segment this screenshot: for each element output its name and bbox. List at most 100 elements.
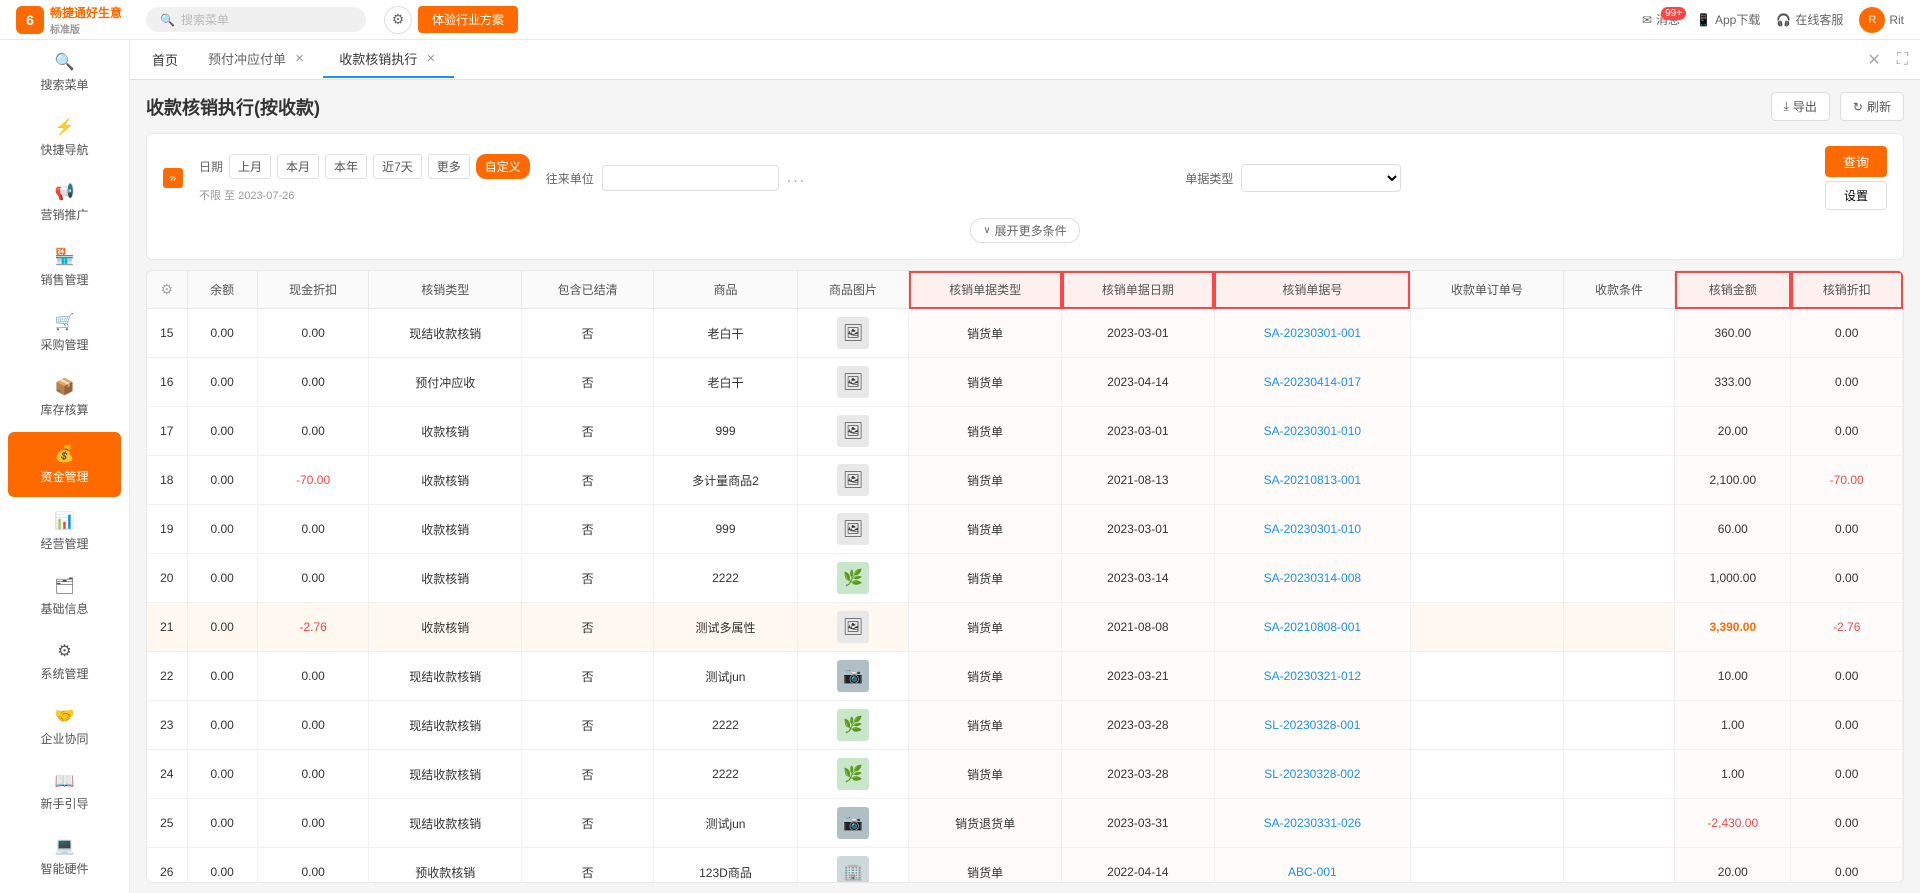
box-icon: 📦 bbox=[55, 377, 75, 397]
bill-no-link[interactable]: SA-20230414-017 bbox=[1264, 375, 1361, 389]
cell-id: 23 bbox=[147, 701, 187, 750]
customer-dots-icon[interactable]: ... bbox=[787, 169, 806, 187]
bill-no-link[interactable]: SA-20210813-001 bbox=[1264, 473, 1361, 487]
sidebar-item-guide[interactable]: 📖 新手引导 bbox=[0, 759, 129, 824]
refresh-button[interactable]: ↻ 刷新 bbox=[1840, 92, 1904, 121]
th-cancel-discount: 核销折扣 bbox=[1791, 271, 1903, 309]
sidebar-item-marketing[interactable]: 📢 营销推广 bbox=[0, 170, 129, 235]
sidebar-item-business[interactable]: 📊 经营管理 bbox=[0, 499, 129, 564]
cell-bill-no: SA-20230301-010 bbox=[1214, 407, 1410, 456]
cell-include-settled: 否 bbox=[522, 505, 654, 554]
bill-no-link[interactable]: ABC-001 bbox=[1288, 865, 1337, 879]
date-btn-this-year[interactable]: 本年 bbox=[325, 154, 367, 179]
cell-cancel-type: 收款核销 bbox=[369, 456, 522, 505]
industry-solution-button[interactable]: 体验行业方案 bbox=[418, 6, 518, 33]
cell-balance: 0.00 bbox=[187, 554, 257, 603]
sidebar-item-inventory[interactable]: 📦 库存核算 bbox=[0, 365, 129, 430]
sidebar-item-finance[interactable]: 💰 资金管理 bbox=[8, 432, 121, 497]
date-range: 不限 至 2023-07-26 bbox=[199, 187, 530, 203]
cell-id: 16 bbox=[147, 358, 187, 407]
cell-receipt-order bbox=[1410, 554, 1563, 603]
cell-cancel-type: 收款核销 bbox=[369, 407, 522, 456]
bill-no-link[interactable]: SA-20230301-001 bbox=[1264, 326, 1361, 340]
user-avatar[interactable]: R Rit bbox=[1859, 7, 1904, 33]
bill-no-link[interactable]: SA-20230301-010 bbox=[1264, 424, 1361, 438]
cell-cancel-amount: 2,100.00 bbox=[1675, 456, 1791, 505]
date-btn-custom[interactable]: 自定义 bbox=[476, 154, 530, 179]
cell-receipt-condition bbox=[1563, 701, 1675, 750]
sidebar-item-wechat[interactable]: 💬 企业微信 bbox=[0, 889, 129, 893]
cell-bill-type: 销货单 bbox=[909, 750, 1062, 799]
message-button[interactable]: ✉ 消息 99+ bbox=[1642, 11, 1680, 28]
sidebar-item-basic[interactable]: 🗂 基础信息 bbox=[0, 564, 129, 629]
cell-product-img: 🖼 bbox=[797, 603, 909, 652]
app-logo: 6 畅捷通好生意 标准版 bbox=[16, 4, 136, 36]
tab-prepay[interactable]: 预付冲应付单 ✕ bbox=[192, 41, 323, 78]
sidebar-item-quick-nav[interactable]: ⚡ 快捷导航 bbox=[0, 105, 129, 170]
expand-conditions-button[interactable]: ∨ 展开更多条件 bbox=[970, 218, 1079, 243]
sidebar-item-system[interactable]: ⚙ 系统管理 bbox=[0, 629, 129, 694]
app-download-link[interactable]: 📱 App下载 bbox=[1696, 11, 1760, 28]
cell-bill-date: 2023-03-28 bbox=[1062, 750, 1215, 799]
close-icon[interactable]: ✕ bbox=[1863, 46, 1884, 74]
bill-no-link[interactable]: SA-20230301-010 bbox=[1264, 522, 1361, 536]
query-button[interactable]: 查询 bbox=[1825, 146, 1887, 177]
cell-bill-date: 2023-03-01 bbox=[1062, 505, 1215, 554]
sidebar-item-search[interactable]: 🔍 搜索菜单 bbox=[0, 40, 129, 105]
cell-cancel-type: 现结收款核销 bbox=[369, 652, 522, 701]
bill-no-link[interactable]: SL-20230328-002 bbox=[1264, 767, 1360, 781]
product-image: 🖼 bbox=[837, 415, 869, 447]
bill-no-link[interactable]: SL-20230328-001 bbox=[1264, 718, 1360, 732]
cell-cash-discount: 0.00 bbox=[257, 848, 369, 884]
cell-receipt-condition bbox=[1563, 750, 1675, 799]
product-image: 📷 bbox=[837, 660, 869, 692]
cell-product-img: 🖼 bbox=[797, 358, 909, 407]
cell-receipt-order bbox=[1410, 848, 1563, 884]
cell-product: 2222 bbox=[654, 554, 798, 603]
cell-product-img: 🏢 bbox=[797, 848, 909, 884]
cell-receipt-condition bbox=[1563, 652, 1675, 701]
row-id: 20 bbox=[160, 571, 173, 585]
book-icon: 📖 bbox=[55, 771, 75, 791]
cell-product: 测试多属性 bbox=[654, 603, 798, 652]
date-btn-last-month[interactable]: 上月 bbox=[229, 154, 271, 179]
bill-no-link[interactable]: SA-20230331-026 bbox=[1264, 816, 1361, 830]
date-btn-this-month[interactable]: 本月 bbox=[277, 154, 319, 179]
expand-icon[interactable]: ⛶ bbox=[1893, 47, 1912, 73]
sidebar-item-enterprise[interactable]: 🤝 企业协同 bbox=[0, 694, 129, 759]
bill-type-label: 单据类型 bbox=[1185, 170, 1233, 187]
cell-cancel-amount: 20.00 bbox=[1675, 848, 1791, 884]
table-row: 220.000.00现结收款核销否测试jun📷销货单2023-03-21SA-2… bbox=[147, 652, 1903, 701]
online-service-link[interactable]: 🎧 在线客服 bbox=[1776, 11, 1843, 28]
online-service-label: 在线客服 bbox=[1795, 11, 1843, 28]
bill-no-link[interactable]: SA-20230321-012 bbox=[1264, 669, 1361, 683]
cell-cancel-amount: 1.00 bbox=[1675, 701, 1791, 750]
tab-prepay-close[interactable]: ✕ bbox=[292, 51, 307, 66]
export-button[interactable]: ⤓ 导出 bbox=[1771, 92, 1830, 121]
date-btn-7days[interactable]: 近7天 bbox=[373, 154, 422, 179]
filter-collapse-button[interactable]: » bbox=[163, 168, 183, 188]
column-settings-icon[interactable]: ⚙ bbox=[160, 281, 173, 297]
filter-settings-button[interactable]: 设置 bbox=[1825, 181, 1887, 210]
customer-input[interactable] bbox=[602, 165, 779, 191]
sidebar-item-sales[interactable]: 🏪 销售管理 bbox=[0, 235, 129, 300]
cell-balance: 0.00 bbox=[187, 309, 257, 358]
th-receipt-order-no: 收款单订单号 bbox=[1410, 271, 1563, 309]
cell-product-img: 🌿 bbox=[797, 750, 909, 799]
date-btn-more[interactable]: 更多 bbox=[428, 154, 470, 179]
th-bill-no: 核销单据号 bbox=[1214, 271, 1410, 309]
cell-cancel-discount: 0.00 bbox=[1791, 652, 1903, 701]
cell-cancel-amount: 20.00 bbox=[1675, 407, 1791, 456]
tab-home[interactable]: 首页 bbox=[138, 42, 192, 77]
bill-no-link[interactable]: SA-20230314-008 bbox=[1264, 571, 1361, 585]
settings-icon[interactable]: ⚙ bbox=[384, 6, 412, 34]
th-product-img: 商品图片 bbox=[797, 271, 909, 309]
cell-cancel-type: 收款核销 bbox=[369, 505, 522, 554]
bill-type-select[interactable] bbox=[1241, 164, 1401, 192]
tab-receipt[interactable]: 收款核销执行 ✕ bbox=[323, 41, 454, 78]
sidebar-item-purchase[interactable]: 🛒 采购管理 bbox=[0, 300, 129, 365]
cell-product: 999 bbox=[654, 505, 798, 554]
bill-no-link[interactable]: SA-20210808-001 bbox=[1264, 620, 1361, 634]
sidebar-item-hardware[interactable]: 💻 智能硬件 bbox=[0, 824, 129, 889]
tab-receipt-close[interactable]: ✕ bbox=[423, 51, 438, 66]
